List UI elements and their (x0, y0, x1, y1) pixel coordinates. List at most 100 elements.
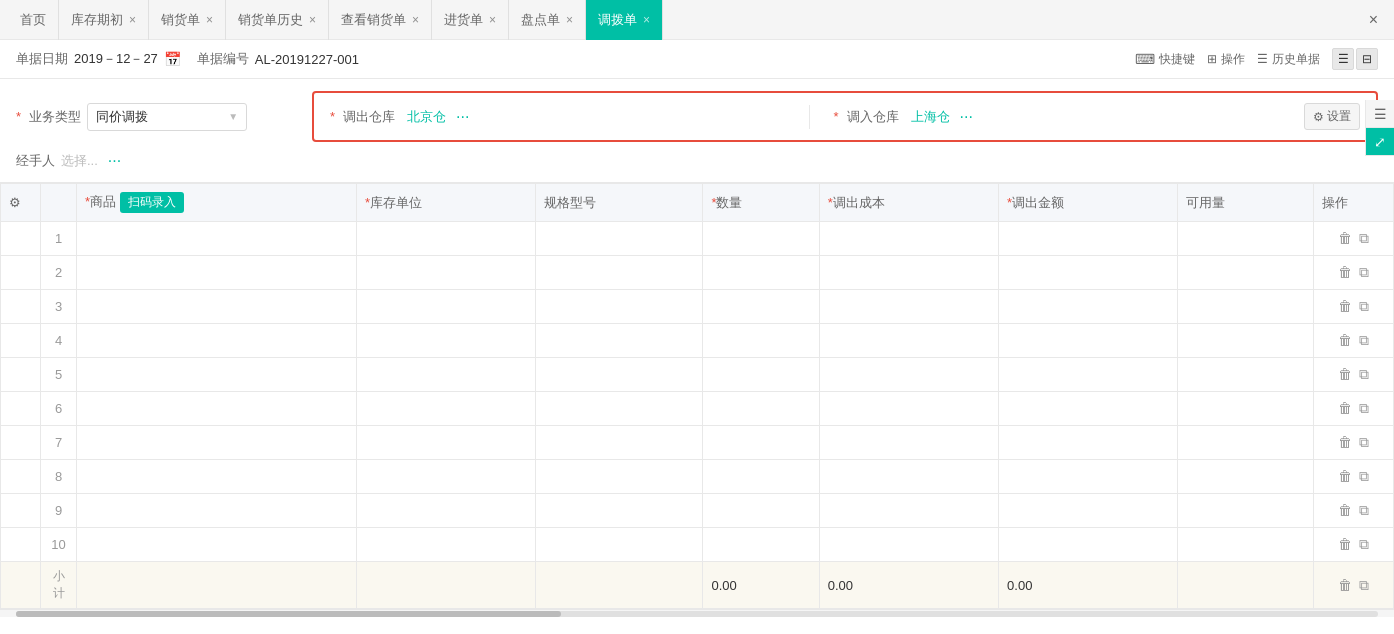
subtotal-num-cell: 小计 (41, 562, 77, 609)
delete-row-3-button[interactable]: 🗑 (1336, 296, 1354, 316)
table-row: 7 🗑 ⧉ (1, 426, 1394, 460)
horizontal-scrollbar[interactable] (0, 609, 1394, 617)
delete-row-9-button[interactable]: 🗑 (1336, 500, 1354, 520)
calendar-icon[interactable]: 📅 (164, 51, 181, 67)
tab-transfer[interactable]: 调拨单 × (586, 0, 663, 40)
tab-view-sales[interactable]: 查看销货单 × (329, 0, 432, 40)
tab-close-sales-order[interactable]: × (206, 13, 213, 27)
cell-amount-6 (999, 392, 1178, 426)
subtotal-goods-cell (77, 562, 357, 609)
tab-sales-order[interactable]: 销货单 × (149, 0, 226, 40)
grid-view-button[interactable]: ⊟ (1356, 48, 1378, 70)
cell-goods-2[interactable] (77, 256, 357, 290)
cell-goods-6[interactable] (77, 392, 357, 426)
cell-qty-6[interactable] (703, 392, 819, 426)
list-view-button[interactable]: ☰ (1332, 48, 1354, 70)
delete-row-8-button[interactable]: 🗑 (1336, 466, 1354, 486)
subtotal-copy-button[interactable]: ⧉ (1357, 575, 1371, 596)
tab-home[interactable]: 首页 (8, 0, 59, 40)
shortcut-button[interactable]: ⌨ 快捷键 (1135, 51, 1195, 68)
cell-qty-5[interactable] (703, 358, 819, 392)
delete-row-6-button[interactable]: 🗑 (1336, 398, 1354, 418)
delete-row-5-button[interactable]: 🗑 (1336, 364, 1354, 384)
settings-button[interactable]: ⚙ 设置 (1304, 103, 1360, 130)
transfer-out-value[interactable]: 北京仓 (407, 108, 446, 126)
tab-inventory-init[interactable]: 库存期初 × (59, 0, 149, 40)
cell-available-6 (1178, 392, 1314, 426)
delete-row-1-button[interactable]: 🗑 (1336, 228, 1354, 248)
cell-qty-8[interactable] (703, 460, 819, 494)
cell-qty-9[interactable] (703, 494, 819, 528)
transfer-out-more-icon[interactable]: ··· (456, 108, 469, 126)
number-value: AL-20191227-001 (255, 52, 359, 67)
cell-unit-6 (357, 392, 536, 426)
close-all-tabs-button[interactable]: × (1361, 11, 1386, 29)
cell-qty-2[interactable] (703, 256, 819, 290)
delete-row-4-button[interactable]: 🗑 (1336, 330, 1354, 350)
copy-row-3-button[interactable]: ⧉ (1357, 296, 1371, 317)
copy-row-7-button[interactable]: ⧉ (1357, 432, 1371, 453)
cell-settings-4 (1, 324, 41, 358)
copy-row-1-button[interactable]: ⧉ (1357, 228, 1371, 249)
person-label: 经手人 (16, 152, 55, 170)
cell-unit-2 (357, 256, 536, 290)
copy-row-8-button[interactable]: ⧉ (1357, 466, 1371, 487)
delete-row-10-button[interactable]: 🗑 (1336, 534, 1354, 554)
cell-goods-5[interactable] (77, 358, 357, 392)
cell-spec-2 (536, 256, 703, 290)
required-star-in: * (834, 109, 839, 124)
cell-goods-4[interactable] (77, 324, 357, 358)
cell-qty-4[interactable] (703, 324, 819, 358)
tab-close-view-sales[interactable]: × (412, 13, 419, 27)
right-panel-expand-button[interactable]: ⤢ (1366, 128, 1394, 156)
subtotal-row: 小计 0.00 0.00 0.00 🗑 ⧉ (1, 562, 1394, 609)
cell-cost-4 (819, 324, 998, 358)
th-cost: *调出成本 (819, 184, 998, 222)
required-star-amount: * (1007, 195, 1012, 210)
cell-goods-7[interactable] (77, 426, 357, 460)
history-button[interactable]: ☰ 历史单据 (1257, 51, 1320, 68)
copy-row-6-button[interactable]: ⧉ (1357, 398, 1371, 419)
cell-qty-7[interactable] (703, 426, 819, 460)
cell-goods-10[interactable] (77, 528, 357, 562)
cell-goods-3[interactable] (77, 290, 357, 324)
cell-unit-1 (357, 222, 536, 256)
cell-goods-1[interactable] (77, 222, 357, 256)
cell-op-4: 🗑 ⧉ (1314, 324, 1394, 358)
cell-goods-8[interactable] (77, 460, 357, 494)
tab-close-sales-history[interactable]: × (309, 13, 316, 27)
tab-purchase[interactable]: 进货单 × (432, 0, 509, 40)
delete-row-7-button[interactable]: 🗑 (1336, 432, 1354, 452)
warehouse-section: * 调出仓库 北京仓 ··· * 调入仓库 上海仓 ··· ⚙ 设置 (312, 91, 1378, 142)
subtotal-cost-cell: 0.00 (819, 562, 998, 609)
scrollbar-thumb[interactable] (16, 611, 561, 617)
copy-row-2-button[interactable]: ⧉ (1357, 262, 1371, 283)
right-panel-list-button[interactable]: ☰ (1366, 100, 1394, 128)
subtotal-delete-button[interactable]: 🗑 (1336, 575, 1354, 595)
tab-sales-history[interactable]: 销货单历史 × (226, 0, 329, 40)
copy-row-5-button[interactable]: ⧉ (1357, 364, 1371, 385)
transfer-in-more-icon[interactable]: ··· (960, 108, 973, 126)
person-input[interactable]: 选择... (61, 152, 98, 170)
date-value[interactable]: 2019－12－27 (74, 50, 158, 68)
person-more-icon[interactable]: ··· (108, 152, 121, 170)
business-type-select[interactable]: 同价调拨 ▼ (87, 103, 247, 131)
cell-qty-10[interactable] (703, 528, 819, 562)
copy-row-9-button[interactable]: ⧉ (1357, 500, 1371, 521)
tab-close-transfer[interactable]: × (643, 13, 650, 27)
settings-col-icon[interactable]: ⚙ (9, 195, 21, 210)
copy-row-4-button[interactable]: ⧉ (1357, 330, 1371, 351)
cell-qty-3[interactable] (703, 290, 819, 324)
scan-button[interactable]: 扫码录入 (120, 192, 184, 213)
operation-button[interactable]: ⊞ 操作 (1207, 51, 1245, 68)
cell-settings-10 (1, 528, 41, 562)
tab-close-inventory-check[interactable]: × (566, 13, 573, 27)
cell-qty-1[interactable] (703, 222, 819, 256)
delete-row-2-button[interactable]: 🗑 (1336, 262, 1354, 282)
tab-close-purchase[interactable]: × (489, 13, 496, 27)
tab-inventory-check[interactable]: 盘点单 × (509, 0, 586, 40)
transfer-in-value[interactable]: 上海仓 (911, 108, 950, 126)
tab-close-inventory-init[interactable]: × (129, 13, 136, 27)
cell-goods-9[interactable] (77, 494, 357, 528)
copy-row-10-button[interactable]: ⧉ (1357, 534, 1371, 555)
